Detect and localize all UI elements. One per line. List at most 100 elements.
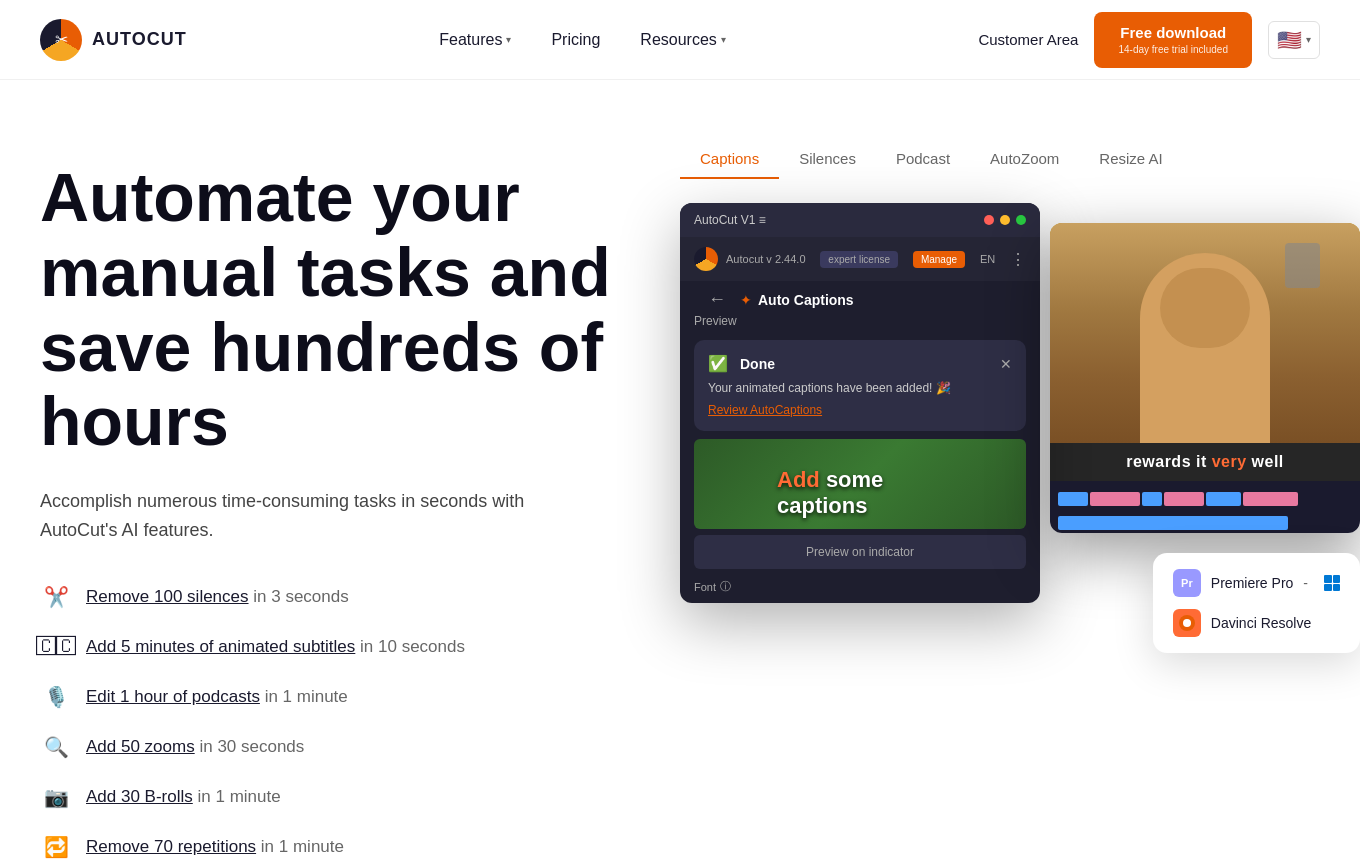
preview-indicator-button[interactable]: Preview on indicator [694,535,1026,569]
premiere-row: Pr Premiere Pro - [1173,569,1340,597]
features-nav-item[interactable]: Features ▾ [423,23,527,57]
app-titlebar: AutoCut V1 ≡ [680,203,1040,237]
app-preview-video: Add some captions [694,439,1026,529]
done-message: Your animated captions have been added! … [708,381,1012,395]
app-logo-row: Autocut v 2.44.0 [694,247,806,271]
auto-captions-icon: ✦ [740,292,752,308]
app-title-text: AutoCut V1 ≡ [694,213,766,227]
demo-container: AutoCut V1 ≡ Autocut v 2.44.0 expert lic… [680,203,1340,633]
free-download-button[interactable]: Free download 14-day free trial included [1094,12,1252,68]
captions-icon: 🄲🄲 [40,631,72,663]
seg [1206,492,1241,506]
software-card: Pr Premiere Pro - [1153,553,1360,653]
timeline-segments-2 [1058,516,1352,530]
subtitles-link[interactable]: Add 5 minutes of animated subtitles [86,637,355,656]
premiere-logo: Pr [1173,569,1201,597]
language-selector[interactable]: 🇺🇸 ▾ [1268,21,1320,59]
features-label: Features [439,31,502,49]
list-item: 🄲🄲 Add 5 minutes of animated subtitles i… [40,631,620,663]
hero-section: Automate your manual tasks and save hund… [0,80,1360,859]
list-item: 🎙️ Edit 1 hour of podcasts in 1 minute [40,681,620,713]
nav-links: Features ▾ Pricing Resources ▾ [423,23,742,57]
resources-nav-item[interactable]: Resources ▾ [624,23,741,57]
seg [1164,492,1204,506]
logo[interactable]: AUTOCUT [40,19,187,61]
logo-icon [40,19,82,61]
software-separator: - [1303,575,1308,591]
premiere-platforms [1318,575,1340,591]
navbar: AUTOCUT Features ▾ Pricing Resources ▾ C… [0,0,1360,80]
seg [1142,492,1162,506]
broll-icon: 📷 [40,781,72,813]
app-back-button[interactable]: ← [694,289,740,310]
app-window: AutoCut V1 ≡ Autocut v 2.44.0 expert lic… [680,203,1040,603]
hero-right: Captions Silences Podcast AutoZoom Resiz… [620,140,1340,633]
nav-right: Customer Area Free download 14-day free … [978,12,1320,68]
features-chevron-icon: ▾ [506,34,511,45]
davinci-name: Davinci Resolve [1211,615,1311,631]
app-menu-dots[interactable]: ⋮ [1010,250,1026,269]
seg-long [1058,516,1288,530]
davinci-row: Davinci Resolve [1173,609,1340,637]
video-timeline [1050,481,1360,533]
list-item: 📷 Add 30 B-rolls in 1 minute [40,781,620,813]
preview-label: Preview [680,310,1040,332]
font-label: Font ⓘ [680,575,1040,598]
app-version: Autocut v 2.44.0 [726,253,806,265]
app-manage-button[interactable]: Manage [913,251,965,268]
done-header: ✅ Done ✕ [708,354,1012,373]
customer-area-link[interactable]: Customer Area [978,31,1078,48]
tab-silences[interactable]: Silences [779,140,876,179]
pricing-label: Pricing [551,31,600,49]
repeat-icon: 🔁 [40,831,72,859]
tab-captions[interactable]: Captions [680,140,779,179]
font-info-icon: ⓘ [720,579,731,594]
list-item: 🔍 Add 50 zooms in 30 seconds [40,731,620,763]
demo-tabs: Captions Silences Podcast AutoZoom Resiz… [680,140,1183,179]
app-license: expert license [820,251,898,268]
seg [1058,492,1088,506]
microphone-icon: 🎙️ [40,681,72,713]
video-overlay: rewards it very well [1050,223,1360,533]
resources-chevron-icon: ▾ [721,34,726,45]
language-chevron-icon: ▾ [1306,34,1311,45]
repetitions-link[interactable]: Remove 70 repetitions [86,837,256,856]
timeline-row-1 [1058,489,1352,509]
zooms-link[interactable]: Add 50 zooms [86,737,195,756]
premiere-name: Premiere Pro [1211,575,1293,591]
video-person [1050,223,1360,443]
silences-link[interactable]: Remove 100 silences [86,587,249,606]
done-title: Done [740,356,775,372]
davinci-logo [1173,609,1201,637]
brand-name: AUTOCUT [92,29,187,50]
seg [1090,492,1140,506]
svg-point-1 [1183,619,1191,627]
resources-label: Resources [640,31,716,49]
timeline-segments-1 [1058,492,1352,506]
seg [1243,492,1298,506]
features-list: ✂️ Remove 100 silences in 3 seconds 🄲🄲 A… [40,581,620,859]
brolls-link[interactable]: Add 30 B-rolls [86,787,193,806]
minimize-dot[interactable] [1000,215,1010,225]
maximize-dot[interactable] [1016,215,1026,225]
caption-highlight-very: very [1212,453,1247,470]
list-item: 🔁 Remove 70 repetitions in 1 minute [40,831,620,859]
done-popup: ✅ Done ✕ Your animated captions have bee… [694,340,1026,431]
close-dot[interactable] [984,215,994,225]
windows-icon [1324,575,1340,591]
list-item: ✂️ Remove 100 silences in 3 seconds [40,581,620,613]
app-header: Autocut v 2.44.0 expert license Manage E… [680,237,1040,281]
done-close-button[interactable]: ✕ [1000,356,1012,372]
podcasts-link[interactable]: Edit 1 hour of podcasts [86,687,260,706]
app-language[interactable]: EN [980,253,995,265]
tab-autozoom[interactable]: AutoZoom [970,140,1079,179]
pricing-nav-item[interactable]: Pricing [535,23,616,57]
window-controls [984,215,1026,225]
hero-subtitle: Accomplish numerous time-consuming tasks… [40,487,540,545]
tab-resize-ai[interactable]: Resize AI [1079,140,1182,179]
app-logo-small [694,247,718,271]
tab-podcast[interactable]: Podcast [876,140,970,179]
scissors-icon: ✂️ [40,581,72,613]
review-captions-link[interactable]: Review AutoCaptions [708,403,1012,417]
hero-left: Automate your manual tasks and save hund… [40,140,620,859]
